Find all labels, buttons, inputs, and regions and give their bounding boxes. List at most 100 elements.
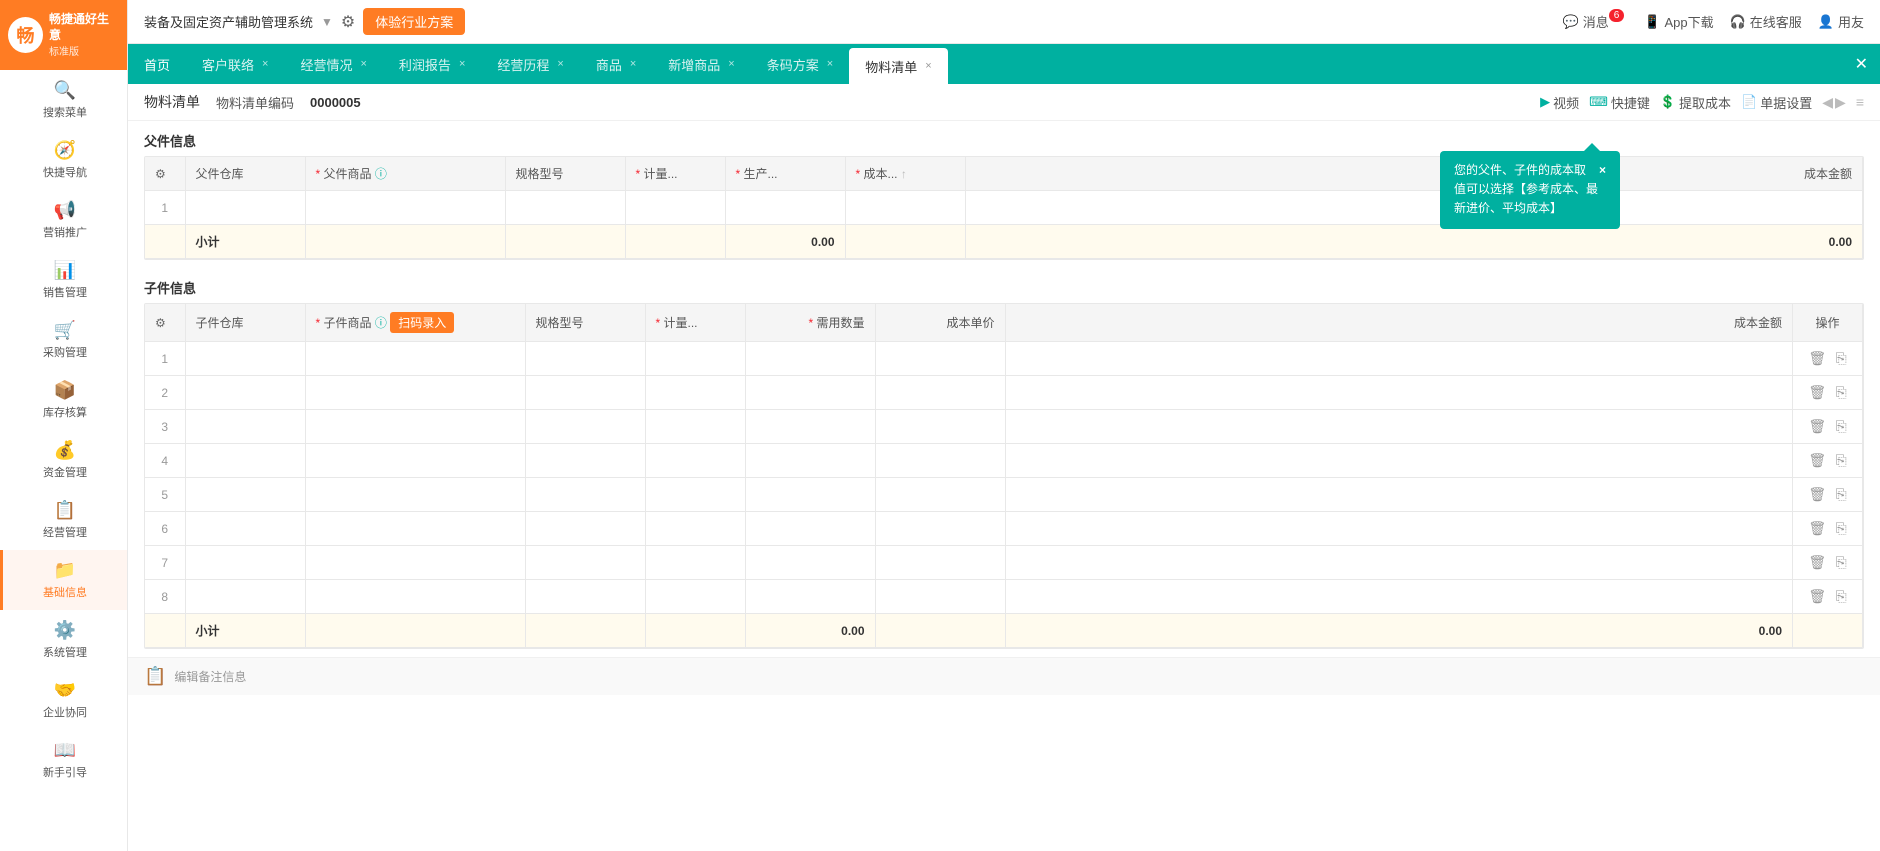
tab-history-close[interactable]: × [557, 58, 563, 70]
child-spec-cell[interactable] [525, 410, 645, 444]
child-qty-cell[interactable] [745, 376, 875, 410]
child-unit-cost-cell[interactable] [875, 342, 1005, 376]
child-spec-cell[interactable] [525, 546, 645, 580]
delete-button[interactable]: 🗑 [1805, 520, 1829, 537]
tab-operation[interactable]: 经营情况 × [284, 44, 382, 84]
child-cost-amount-cell[interactable] [1005, 342, 1793, 376]
child-cost-amount-cell[interactable] [1005, 410, 1793, 444]
tab-bom-close[interactable]: × [925, 60, 931, 72]
child-cost-amount-cell[interactable] [1005, 444, 1793, 478]
message-button[interactable]: 💬 消息 6 [1563, 12, 1629, 31]
setting-action[interactable]: 📄 单据设置 [1741, 93, 1812, 112]
child-goods-cell[interactable] [305, 580, 525, 614]
child-warehouse-cell[interactable] [185, 410, 305, 444]
parent-warehouse-cell[interactable] [185, 191, 305, 225]
sidebar-item-finance[interactable]: 💰 资金管理 [0, 430, 127, 490]
cost-action[interactable]: 💲 提取成本 [1660, 93, 1731, 112]
child-unit-cost-cell[interactable] [875, 546, 1005, 580]
child-qty-cell[interactable] [745, 478, 875, 512]
tabbar-close-all[interactable]: ✕ [1843, 54, 1880, 74]
child-unit-cell[interactable] [645, 580, 745, 614]
child-spec-cell[interactable] [525, 512, 645, 546]
scan-button[interactable]: 扫码录入 [390, 312, 454, 333]
app-download-button[interactable]: 📱 App下载 [1644, 12, 1713, 31]
child-goods-cell[interactable] [305, 444, 525, 478]
prev-arrow-icon[interactable]: ◀ [1822, 94, 1833, 111]
gear-icon[interactable]: ⚙ [341, 12, 355, 32]
copy-button[interactable]: ⎘ [1832, 418, 1849, 435]
sidebar-item-system[interactable]: ⚙️ 系统管理 [0, 610, 127, 670]
child-qty-cell[interactable] [745, 512, 875, 546]
child-spec-cell[interactable] [525, 376, 645, 410]
tab-profit-close[interactable]: × [459, 58, 465, 70]
copy-button[interactable]: ⎘ [1832, 486, 1849, 503]
child-goods-cell[interactable] [305, 410, 525, 444]
child-unit-cost-cell[interactable] [875, 512, 1005, 546]
tooltip-close-button[interactable]: × [1599, 161, 1606, 180]
child-unit-cell[interactable] [645, 376, 745, 410]
child-unit-cost-cell[interactable] [875, 444, 1005, 478]
delete-button[interactable]: 🗑 [1805, 418, 1829, 435]
child-unit-cost-cell[interactable] [875, 410, 1005, 444]
next-arrow-icon[interactable]: ▶ [1835, 94, 1846, 111]
parent-cost-cell[interactable] [845, 191, 965, 225]
parent-spec-cell[interactable] [505, 191, 625, 225]
child-warehouse-cell[interactable] [185, 512, 305, 546]
child-goods-cell[interactable] [305, 478, 525, 512]
grid-view-icon[interactable]: ≡ [1856, 94, 1864, 110]
tab-bom[interactable]: 物料清单 × [849, 48, 947, 84]
tab-customer[interactable]: 客户联络 × [186, 44, 284, 84]
user-menu[interactable]: 👤 用友 [1818, 12, 1864, 31]
child-unit-cell[interactable] [645, 342, 745, 376]
tab-profit[interactable]: 利润报告 × [383, 44, 481, 84]
child-unit-cell[interactable] [645, 478, 745, 512]
child-qty-cell[interactable] [745, 546, 875, 580]
copy-button[interactable]: ⎘ [1832, 452, 1849, 469]
child-goods-cell[interactable] [305, 546, 525, 580]
child-warehouse-cell[interactable] [185, 342, 305, 376]
th-gear[interactable]: ⚙ [145, 157, 185, 191]
gear-icon[interactable]: ⚙ [155, 167, 166, 181]
sidebar-header[interactable]: 畅 畅捷通好生意 标准版 [0, 0, 127, 70]
tab-customer-close[interactable]: × [262, 58, 268, 70]
service-button[interactable]: 🎧 在线客服 [1730, 12, 1802, 31]
child-spec-cell[interactable] [525, 580, 645, 614]
child-goods-cell[interactable] [305, 376, 525, 410]
child-spec-cell[interactable] [525, 342, 645, 376]
child-goods-cell[interactable] [305, 342, 525, 376]
copy-button[interactable]: ⎘ [1832, 350, 1849, 367]
child-unit-cell[interactable] [645, 444, 745, 478]
video-action[interactable]: ▶ 视频 [1540, 93, 1579, 112]
delete-button[interactable]: 🗑 [1805, 486, 1829, 503]
shortcut-action[interactable]: ⌨ 快捷键 [1589, 93, 1650, 112]
child-unit-cost-cell[interactable] [875, 478, 1005, 512]
child-unit-cell[interactable] [645, 546, 745, 580]
child-qty-cell[interactable] [745, 342, 875, 376]
copy-button[interactable]: ⎘ [1832, 588, 1849, 605]
child-qty-cell[interactable] [745, 580, 875, 614]
sidebar-item-purchase[interactable]: 🛒 采购管理 [0, 310, 127, 370]
parent-cost-amount-cell[interactable] [965, 191, 1863, 225]
child-goods-cell[interactable] [305, 512, 525, 546]
delete-button[interactable]: 🗑 [1805, 452, 1829, 469]
sidebar-item-inventory[interactable]: 📦 库存核算 [0, 370, 127, 430]
trial-button[interactable]: 体验行业方案 [363, 8, 465, 35]
tab-barcode[interactable]: 条码方案 × [751, 44, 849, 84]
child-unit-cell[interactable] [645, 512, 745, 546]
child-warehouse-cell[interactable] [185, 444, 305, 478]
tab-operation-close[interactable]: × [360, 58, 366, 70]
tab-history[interactable]: 经营历程 × [481, 44, 579, 84]
sidebar-item-search[interactable]: 🔍 搜索菜单 [0, 70, 127, 130]
child-cost-amount-cell[interactable] [1005, 580, 1793, 614]
parent-unit-cell[interactable] [625, 191, 725, 225]
gear-icon[interactable]: ⚙ [155, 316, 166, 330]
parent-produce-cell[interactable] [725, 191, 845, 225]
sidebar-item-operation[interactable]: 📋 经营管理 [0, 490, 127, 550]
th-child-gear[interactable]: ⚙ [145, 304, 185, 342]
child-warehouse-cell[interactable] [185, 478, 305, 512]
child-unit-cell[interactable] [645, 410, 745, 444]
copy-button[interactable]: ⎘ [1832, 554, 1849, 571]
child-cost-amount-cell[interactable] [1005, 546, 1793, 580]
sidebar-item-basic[interactable]: 📁 基础信息 [0, 550, 127, 610]
sidebar-item-guide[interactable]: 📖 新手引导 [0, 730, 127, 790]
